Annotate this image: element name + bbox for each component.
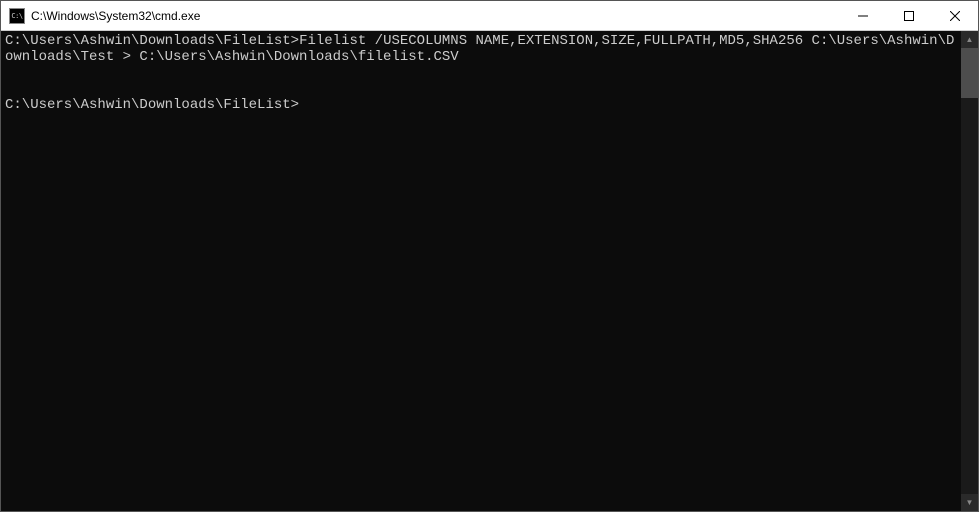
- vertical-scrollbar[interactable]: ▲ ▼: [961, 31, 978, 511]
- scrollbar-thumb[interactable]: [961, 48, 978, 98]
- close-button[interactable]: [932, 1, 978, 30]
- maximize-button[interactable]: [886, 1, 932, 30]
- scroll-down-arrow-icon[interactable]: ▼: [961, 494, 978, 511]
- maximize-icon: [904, 11, 914, 21]
- close-icon: [950, 11, 960, 21]
- window-title: C:\Windows\System32\cmd.exe: [31, 9, 840, 23]
- scrollbar-track[interactable]: [961, 48, 978, 494]
- terminal-output[interactable]: C:\Users\Ashwin\Downloads\FileList>Filel…: [1, 31, 961, 511]
- minimize-icon: [858, 11, 868, 21]
- cmd-icon: C:\: [9, 8, 25, 24]
- terminal-area: C:\Users\Ashwin\Downloads\FileList>Filel…: [1, 31, 978, 511]
- cmd-window: C:\ C:\Windows\System32\cmd.exe C:\Users…: [0, 0, 979, 512]
- titlebar[interactable]: C:\ C:\Windows\System32\cmd.exe: [1, 1, 978, 31]
- prompt-text: C:\Users\Ashwin\Downloads\FileList>: [5, 33, 299, 49]
- window-controls: [840, 1, 978, 30]
- scroll-up-arrow-icon[interactable]: ▲: [961, 31, 978, 48]
- prompt-text: C:\Users\Ashwin\Downloads\FileList>: [5, 97, 299, 113]
- minimize-button[interactable]: [840, 1, 886, 30]
